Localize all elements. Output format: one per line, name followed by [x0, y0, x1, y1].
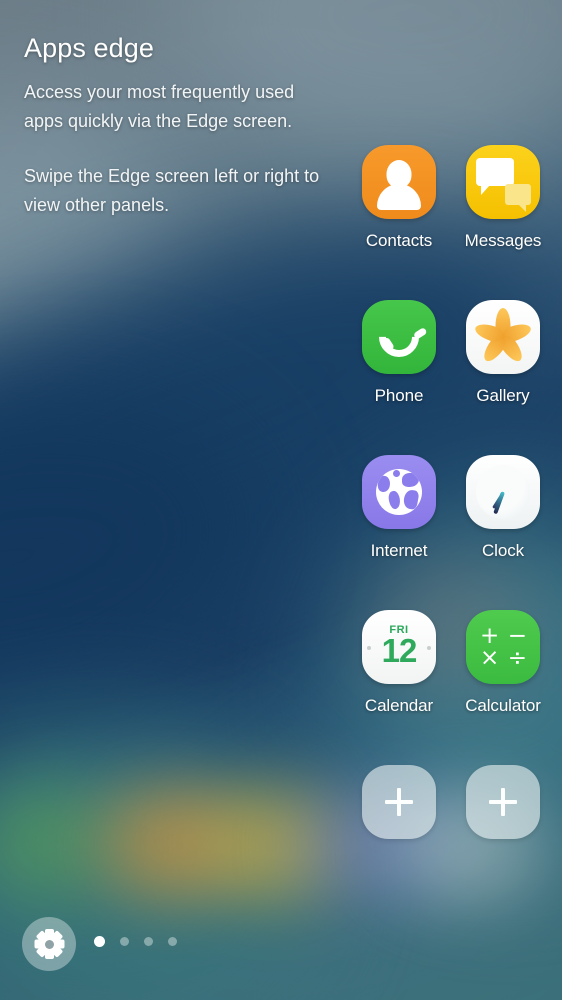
- app-label: Messages: [464, 231, 542, 250]
- app-item-internet[interactable]: Internet: [360, 455, 438, 610]
- contacts-icon[interactable]: [362, 145, 436, 219]
- app-item-calendar[interactable]: FRI 12 Calendar: [360, 610, 438, 765]
- panel-description-secondary: Swipe the Edge screen left or right to v…: [24, 166, 320, 215]
- app-item-messages[interactable]: Messages: [464, 145, 542, 300]
- internet-icon[interactable]: [362, 455, 436, 529]
- apps-edge-panel-screen: Apps edge Access your most frequently us…: [0, 0, 562, 1000]
- app-item-phone[interactable]: Phone: [360, 300, 438, 455]
- apps-edge-grid: Contacts Messages Phone Gallery Internet…: [360, 145, 550, 875]
- page-dot-3[interactable]: [144, 937, 153, 946]
- app-item-contacts[interactable]: Contacts: [360, 145, 438, 300]
- page-indicator: [94, 936, 177, 947]
- gear-icon: [34, 929, 64, 959]
- app-item-gallery[interactable]: Gallery: [464, 300, 542, 455]
- clock-icon[interactable]: [466, 455, 540, 529]
- app-item-clock[interactable]: Clock: [464, 455, 542, 610]
- app-label: Internet: [370, 541, 428, 560]
- panel-info-block: Apps edge Access your most frequently us…: [24, 33, 324, 220]
- add-icon[interactable]: [466, 765, 540, 839]
- page-dot-2[interactable]: [120, 937, 129, 946]
- calendar-day: 12: [381, 632, 418, 669]
- page-dot-1[interactable]: [94, 936, 105, 947]
- messages-icon[interactable]: [466, 145, 540, 219]
- calendar-icon[interactable]: FRI 12: [362, 610, 436, 684]
- app-label: Contacts: [365, 231, 433, 250]
- app-label: Clock: [481, 541, 524, 560]
- calculator-times: ×: [480, 645, 500, 671]
- app-item-add-slot-1[interactable]: [360, 765, 438, 875]
- app-label: Phone: [374, 386, 424, 405]
- panel-description-primary: Access your most frequently used apps qu…: [24, 82, 295, 131]
- app-label: Calendar: [364, 696, 434, 715]
- app-item-add-slot-2[interactable]: [464, 765, 542, 875]
- app-label: Calculator: [465, 696, 541, 715]
- phone-icon[interactable]: [362, 300, 436, 374]
- settings-button[interactable]: [22, 917, 76, 971]
- app-item-calculator[interactable]: + − × ÷ Calculator: [464, 610, 542, 765]
- app-label: Gallery: [476, 386, 530, 405]
- page-title: Apps edge: [24, 33, 155, 63]
- add-icon[interactable]: [362, 765, 436, 839]
- gallery-icon[interactable]: [466, 300, 540, 374]
- page-dot-4[interactable]: [168, 937, 177, 946]
- calculator-divide: ÷: [507, 645, 527, 671]
- calculator-icon[interactable]: + − × ÷: [466, 610, 540, 684]
